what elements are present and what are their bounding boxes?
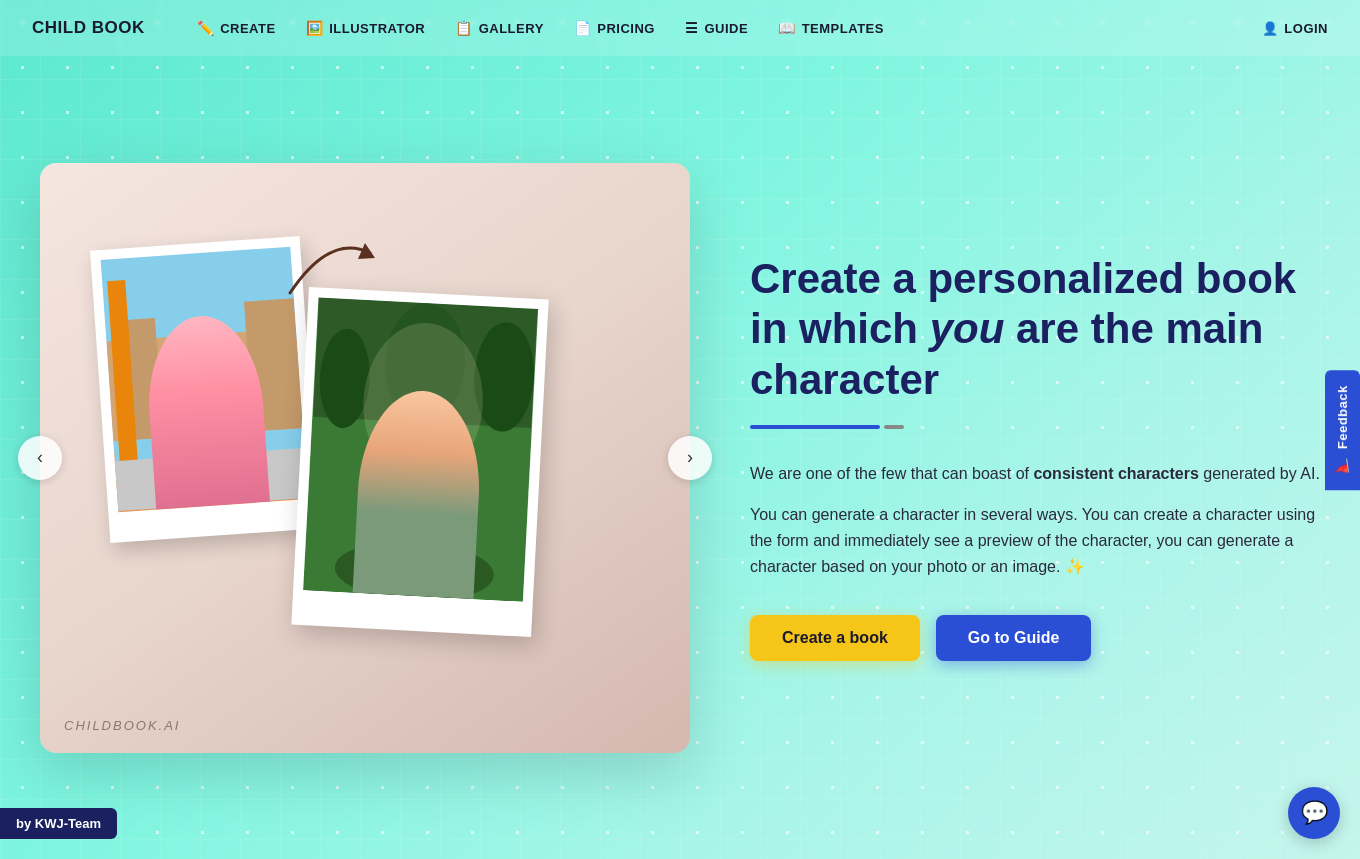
nav-links: ✏️ CREATE 🖼️ ILLUSTRATOR 📋 GALLERY 📄 PRI… [185,14,1262,42]
nav-logo[interactable]: CHILD BOOK [32,18,145,38]
svg-point-25 [411,433,417,439]
chat-button[interactable]: 💬 [1288,787,1340,839]
nav-item-gallery-label: GALLERY [479,21,544,36]
pricing-icon: 📄 [574,20,592,36]
arrow-curve-icon [270,223,390,303]
gallery-icon: 📋 [455,20,473,36]
hero-title: Create a personalized book in which you … [750,254,1320,405]
svg-rect-10 [186,355,196,390]
hero-description-1: We are one of the few that can boast of … [750,461,1320,487]
slider-prev-button[interactable]: ‹ [18,436,62,480]
slider-wrapper: CHILDBOOK.AI ‹ › [40,163,690,753]
templates-icon: 📖 [778,20,796,36]
svg-marker-0 [358,243,375,259]
nav-item-pricing[interactable]: 📄 PRICING [562,14,667,42]
feedback-tab[interactable]: 🚩 Feedback [1325,369,1360,489]
nav-item-guide-label: GUIDE [704,21,748,36]
svg-rect-23 [393,430,406,480]
hero-desc1-before: We are one of the few that can boast of [750,465,1033,482]
svg-rect-11 [222,352,232,387]
pencil-icon: ✏️ [197,20,215,36]
nav-item-templates[interactable]: 📖 TEMPLATES [766,14,896,42]
hero-title-italic: you [930,305,1005,352]
kwj-badge: by KWJ-Team [0,808,117,839]
main-content: CHILDBOOK.AI ‹ › Create a personalized b… [0,56,1360,859]
nav-item-illustrator-label: ILLUSTRATOR [329,21,425,36]
nav-item-create[interactable]: ✏️ CREATE [185,14,288,42]
flag-icon: 🚩 [1335,457,1350,474]
go-to-guide-button[interactable]: Go to Guide [936,615,1092,661]
nav-item-gallery[interactable]: 📋 GALLERY [443,14,556,42]
slider-next-button[interactable]: › [668,436,712,480]
svg-point-20 [388,445,449,547]
svg-rect-24 [425,432,438,482]
svg-rect-12 [183,410,196,431]
create-book-button[interactable]: Create a book [750,615,920,661]
nav-item-pricing-label: PRICING [597,21,655,36]
chevron-left-icon: ‹ [37,447,43,468]
svg-point-7 [184,367,240,460]
svg-point-19 [333,537,495,602]
svg-rect-4 [244,298,303,431]
hero-text-section: Create a personalized book in which you … [750,254,1320,662]
navbar: CHILD BOOK ✏️ CREATE 🖼️ ILLUSTRATOR 📋 GA… [0,0,1360,56]
nav-item-guide[interactable]: ☰ GUIDE [673,14,760,42]
svg-point-26 [425,434,431,440]
svg-point-9 [184,329,230,368]
svg-point-21 [394,410,448,464]
slider-watermark: CHILDBOOK.AI [64,718,180,733]
feedback-label: Feedback [1335,385,1350,449]
hero-buttons: Create a book Go to Guide [750,615,1320,661]
svg-point-22 [395,403,449,445]
photo-right-image [303,297,538,601]
guide-icon: ☰ [685,20,699,36]
photo-right-svg [303,297,538,601]
hero-desc1-bold: consistent characters [1033,465,1198,482]
polaroid-right [291,286,548,636]
hero-divider [750,425,910,429]
nav-item-create-label: CREATE [220,21,275,36]
login-person-icon: 👤 [1262,21,1279,36]
svg-point-8 [184,335,231,382]
nav-item-illustrator[interactable]: 🖼️ ILLUSTRATOR [294,14,438,42]
hero-desc1-after: generated by AI. [1199,465,1320,482]
chat-icon: 💬 [1301,800,1328,826]
hero-description-2: You can generate a character in several … [750,502,1320,579]
nav-login[interactable]: 👤 LOGIN [1262,21,1328,36]
nav-item-templates-label: TEMPLATES [802,21,884,36]
chevron-right-icon: › [687,447,693,468]
illustrator-icon: 🖼️ [306,20,324,36]
login-label: LOGIN [1284,21,1328,36]
slider-container: CHILDBOOK.AI [40,163,690,753]
